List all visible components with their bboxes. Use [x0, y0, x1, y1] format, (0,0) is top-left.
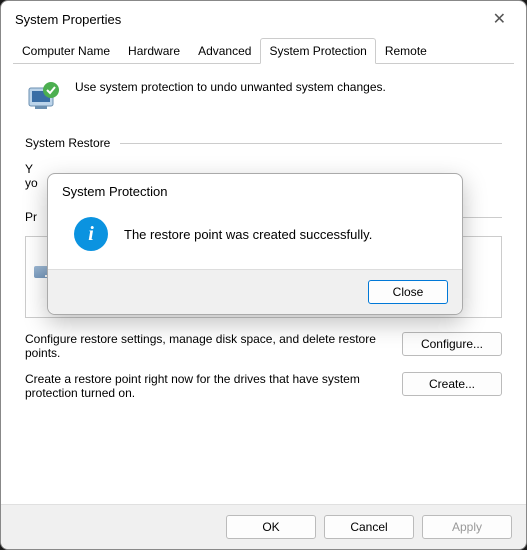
system-properties-window: System Properties ✕ Computer Name Hardwa…	[0, 0, 527, 550]
tab-computer-name[interactable]: Computer Name	[13, 38, 119, 64]
close-icon[interactable]: ✕	[487, 9, 512, 29]
titlebar: System Properties ✕	[1, 1, 526, 37]
tab-remote[interactable]: Remote	[376, 38, 436, 64]
section-restore-label: System Restore	[25, 136, 110, 150]
section-system-restore: System Restore	[25, 136, 502, 150]
section-protection-label: Pr	[25, 210, 37, 224]
dialog-button-bar: OK Cancel Apply	[1, 504, 526, 549]
system-protection-icon	[25, 78, 61, 114]
modal-footer: Close	[48, 269, 462, 314]
info-icon: i	[74, 217, 108, 251]
modal-message: The restore point was created successful…	[124, 227, 372, 242]
modal-body: i The restore point was created successf…	[48, 203, 462, 269]
hero-text: Use system protection to undo unwanted s…	[75, 78, 386, 94]
cancel-button[interactable]: Cancel	[324, 515, 414, 539]
ok-button[interactable]: OK	[226, 515, 316, 539]
create-text: Create a restore point right now for the…	[25, 372, 390, 400]
tab-hardware[interactable]: Hardware	[119, 38, 189, 64]
window-title: System Properties	[15, 12, 121, 27]
tab-system-protection[interactable]: System Protection	[260, 38, 375, 64]
create-row: Create a restore point right now for the…	[25, 372, 502, 400]
tab-advanced[interactable]: Advanced	[189, 38, 260, 64]
tab-strip: Computer Name Hardware Advanced System P…	[13, 37, 514, 64]
configure-row: Configure restore settings, manage disk …	[25, 332, 502, 360]
close-button[interactable]: Close	[368, 280, 448, 304]
modal-title: System Protection	[48, 174, 462, 203]
configure-button[interactable]: Configure...	[402, 332, 502, 356]
apply-button: Apply	[422, 515, 512, 539]
confirmation-dialog: System Protection i The restore point wa…	[47, 173, 463, 315]
configure-text: Configure restore settings, manage disk …	[25, 332, 390, 360]
hero-row: Use system protection to undo unwanted s…	[25, 78, 502, 114]
create-button[interactable]: Create...	[402, 372, 502, 396]
